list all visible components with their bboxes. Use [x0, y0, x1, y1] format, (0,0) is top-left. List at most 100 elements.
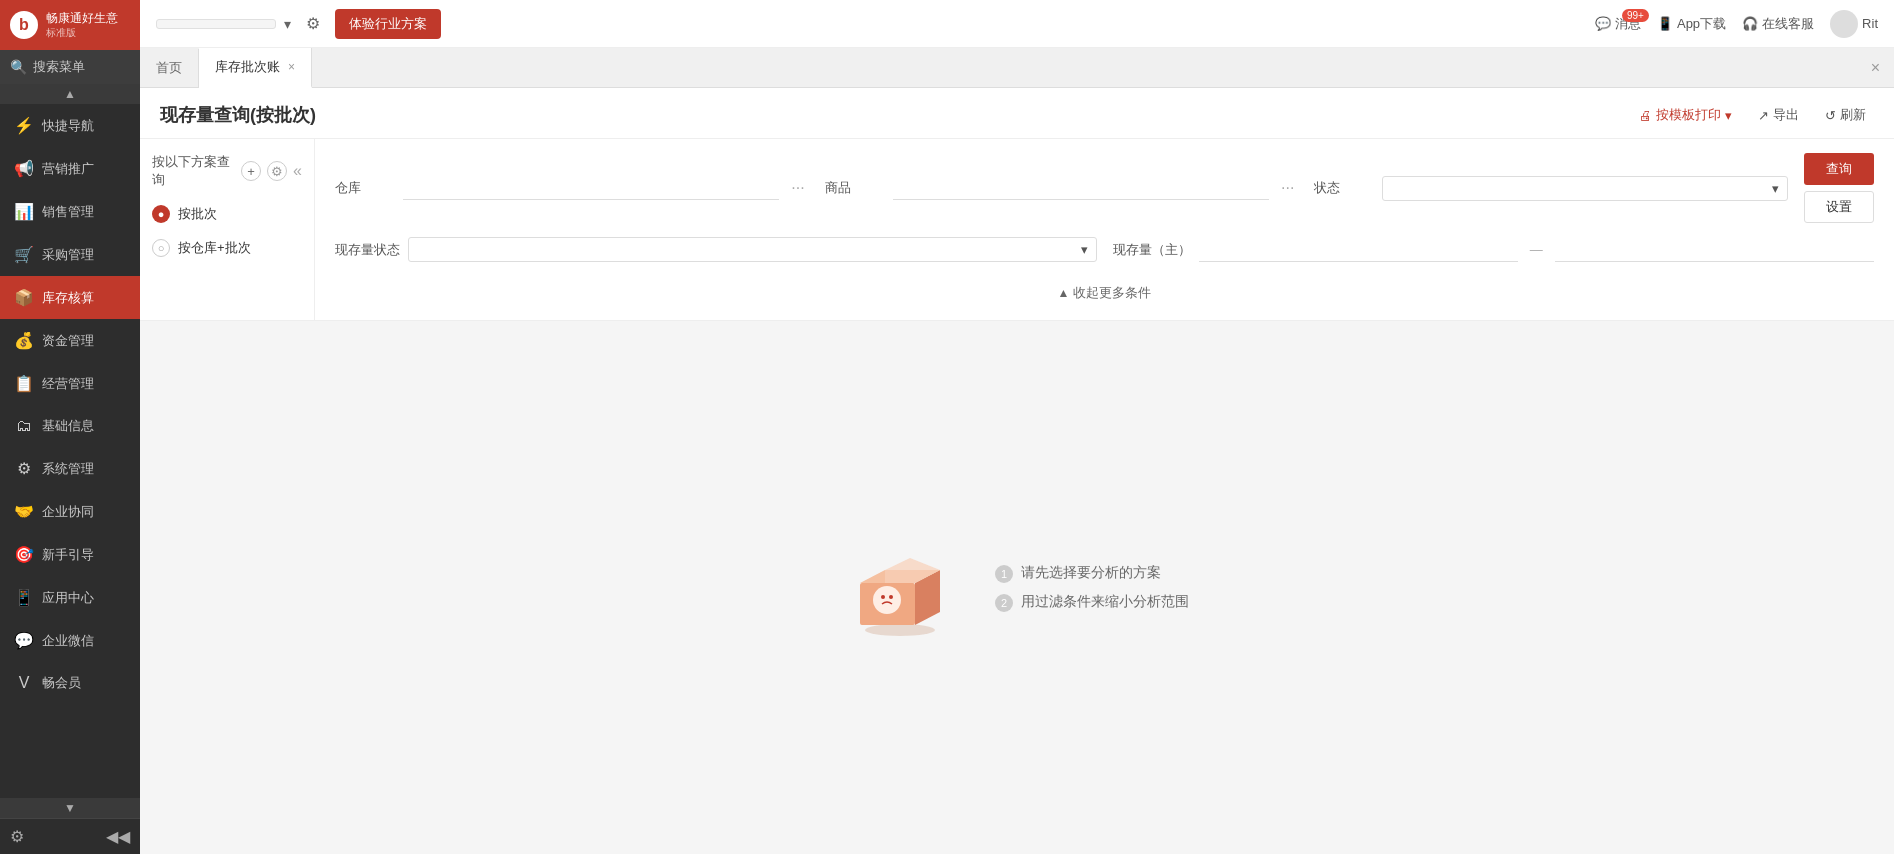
tab-panel-close-btn[interactable]: ×	[1857, 59, 1894, 77]
warehouse-label: 仓库	[335, 179, 395, 197]
warehouse-input[interactable]	[403, 176, 779, 200]
finance-icon: 💰	[14, 331, 34, 350]
sidebar-item-basic-info[interactable]: 🗂 基础信息	[0, 405, 140, 447]
stock-qty-label: 现存量（主）	[1113, 241, 1191, 259]
empty-box-svg	[845, 538, 955, 638]
print-dropdown-icon[interactable]: ▾	[1725, 108, 1732, 123]
topbar-settings-btn[interactable]: ⚙	[299, 10, 327, 38]
headset-icon: 🎧	[1742, 16, 1758, 31]
sidebar-header: b 畅康通好生意 标准版	[0, 0, 140, 50]
filter-action-btns: 查询 设置	[1804, 153, 1874, 223]
add-scheme-btn[interactable]: +	[241, 161, 261, 181]
chevron-down-icon-2: ▾	[1081, 242, 1088, 257]
sidebar-item-inventory[interactable]: 📦 库存核算	[0, 276, 140, 319]
stock-status-select[interactable]: ▾	[408, 237, 1097, 262]
scheme-dot-batch: ●	[152, 205, 170, 223]
sidebar-item-vip[interactable]: V 畅会员	[0, 662, 140, 704]
warehouse-field: 仓库 ···	[335, 176, 809, 200]
trial-btn[interactable]: 体验行业方案	[335, 9, 441, 39]
page-header: 现存量查询(按批次) 🖨 按模板打印 ▾ ↗ 导出 ↺ 刷新	[140, 88, 1894, 139]
sidebar-item-sales[interactable]: 📊 销售管理	[0, 190, 140, 233]
sidebar-item-purchase[interactable]: 🛒 采购管理	[0, 233, 140, 276]
sidebar-item-quick-nav[interactable]: ⚡ 快捷导航	[0, 104, 140, 147]
settings-btn[interactable]: 设置	[1804, 191, 1874, 223]
filter-row-1: 仓库 ··· 商品 ··· 状态 ▾	[335, 153, 1874, 223]
tab-home[interactable]: 首页	[140, 49, 199, 87]
print-icon: 🖨	[1639, 108, 1652, 123]
customer-service-btn[interactable]: 🎧 在线客服	[1742, 15, 1814, 33]
basic-info-icon: 🗂	[14, 417, 34, 435]
user-menu[interactable]: Rit	[1830, 10, 1878, 38]
topbar-dropdown-btn[interactable]: ▾	[284, 16, 291, 32]
sidebar-item-newbie[interactable]: 🎯 新手引导	[0, 533, 140, 576]
export-icon: ↗	[1758, 108, 1769, 123]
export-btn[interactable]: ↗ 导出	[1750, 102, 1807, 128]
svg-point-5	[873, 586, 901, 614]
tabs-bar: 首页 库存批次账 × ×	[140, 48, 1894, 88]
scheme-settings-btn[interactable]: ⚙	[267, 161, 287, 181]
topbar-right: 💬 消息 99+ 📱 App下载 🎧 在线客服 Rit	[1595, 10, 1878, 38]
enterprise-icon: 🤝	[14, 502, 34, 521]
scheme-header: 按以下方案查询 + ⚙ «	[140, 149, 314, 197]
svg-point-6	[881, 595, 885, 599]
warehouse-dots-btn[interactable]: ···	[787, 179, 808, 197]
product-label: 商品	[825, 179, 885, 197]
sidebar-item-app-center[interactable]: 📱 应用中心	[0, 576, 140, 619]
hint-num-1: 1	[995, 565, 1013, 583]
scheme-dot-warehouse-batch: ○	[152, 239, 170, 257]
sidebar-item-operations[interactable]: 📋 经营管理	[0, 362, 140, 405]
tab-close-btn[interactable]: ×	[288, 60, 295, 74]
scheme-collapse-btn[interactable]: «	[293, 162, 302, 180]
sidebar-collapse-icon[interactable]: ◀◀	[106, 827, 130, 846]
sidebar: b 畅康通好生意 标准版 🔍 搜索菜单 ▲ ⚡ 快捷导航 📢 营销推广 📊 销售…	[0, 0, 140, 854]
svg-point-0	[865, 624, 935, 636]
quick-nav-icon: ⚡	[14, 116, 34, 135]
hint-item-2: 2 用过滤条件来缩小分析范围	[995, 593, 1189, 612]
messages-btn[interactable]: 💬 消息 99+	[1595, 15, 1641, 33]
product-input[interactable]	[893, 176, 1269, 200]
app-center-icon: 📱	[14, 588, 34, 607]
page-actions: 🖨 按模板打印 ▾ ↗ 导出 ↺ 刷新	[1631, 102, 1874, 128]
sidebar-item-enterprise[interactable]: 🤝 企业协同	[0, 490, 140, 533]
empty-illustration	[845, 538, 965, 638]
sidebar-item-finance[interactable]: 💰 资金管理	[0, 319, 140, 362]
filter-row-2: 现存量状态 ▾ 现存量（主） —	[335, 237, 1874, 262]
scroll-up-btn[interactable]: ▲	[0, 84, 140, 104]
chevron-down-icon: ▾	[1772, 181, 1779, 196]
product-field: 商品 ···	[825, 176, 1299, 200]
app-download-btn[interactable]: 📱 App下载	[1657, 15, 1726, 33]
filter-panel: 按以下方案查询 + ⚙ « ● 按批次 ○ 按仓库+批次	[140, 139, 1894, 321]
product-dots-btn[interactable]: ···	[1277, 179, 1298, 197]
sidebar-item-system[interactable]: ⚙ 系统管理	[0, 447, 140, 490]
stock-qty-from-input[interactable]	[1199, 238, 1518, 262]
page-content: 现存量查询(按批次) 🖨 按模板打印 ▾ ↗ 导出 ↺ 刷新	[140, 88, 1894, 854]
newbie-icon: 🎯	[14, 545, 34, 564]
scroll-down-btn[interactable]: ▼	[0, 798, 140, 818]
scheme-icons: + ⚙ «	[241, 161, 302, 181]
sidebar-item-marketing[interactable]: 📢 营销推广	[0, 147, 140, 190]
scheme-item-warehouse-batch[interactable]: ○ 按仓库+批次	[140, 231, 314, 265]
user-avatar	[1830, 10, 1858, 38]
settings-icon[interactable]: ⚙	[10, 827, 24, 846]
sales-icon: 📊	[14, 202, 34, 221]
refresh-btn[interactable]: ↺ 刷新	[1817, 102, 1874, 128]
stock-qty-to-input[interactable]	[1555, 238, 1874, 262]
message-icon: 💬	[1595, 16, 1611, 31]
status-select[interactable]: ▾	[1382, 176, 1788, 201]
operations-icon: 📋	[14, 374, 34, 393]
page-title: 现存量查询(按批次)	[160, 103, 316, 127]
tab-batch-account[interactable]: 库存批次账 ×	[199, 48, 312, 88]
hint-item-1: 1 请先选择要分析的方案	[995, 564, 1189, 583]
qty-separator: —	[1526, 242, 1547, 257]
search-menu[interactable]: 🔍 搜索菜单	[0, 50, 140, 84]
scheme-item-batch[interactable]: ● 按批次	[140, 197, 314, 231]
collapse-filter-btn[interactable]: ▲ 收起更多条件	[335, 276, 1874, 306]
query-btn[interactable]: 查询	[1804, 153, 1874, 185]
sidebar-item-enterprise-wx[interactable]: 💬 企业微信	[0, 619, 140, 662]
user-name: Rit	[1862, 16, 1878, 31]
topbar-left: ▾ ⚙ 体验行业方案	[156, 9, 1583, 39]
search-icon: 🔍	[10, 59, 27, 75]
topbar-search	[156, 19, 276, 29]
hint-num-2: 2	[995, 594, 1013, 612]
print-btn[interactable]: 🖨 按模板打印 ▾	[1631, 102, 1740, 128]
